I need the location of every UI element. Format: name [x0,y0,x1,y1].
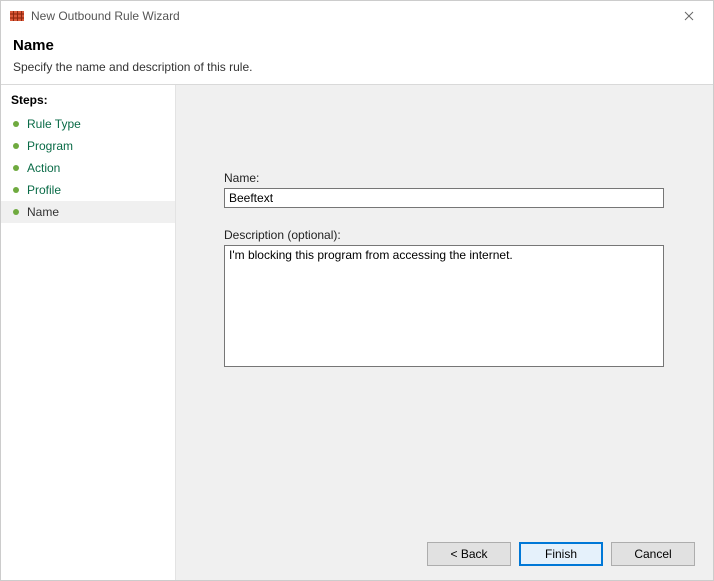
cancel-button[interactable]: Cancel [611,542,695,566]
finish-button[interactable]: Finish [519,542,603,566]
step-action[interactable]: Action [1,157,175,179]
step-link-label[interactable]: Program [27,139,73,153]
name-input[interactable] [224,188,664,208]
bullet-icon [11,185,21,195]
description-label: Description (optional): [224,228,665,242]
step-profile[interactable]: Profile [1,179,175,201]
button-row: < Back Finish Cancel [427,542,695,566]
step-link-label[interactable]: Profile [27,183,61,197]
steps-sidebar: Steps: Rule Type Program Action [1,85,176,580]
step-current-label: Name [27,205,59,219]
wizard-header: Name Specify the name and description of… [1,31,713,84]
bullet-icon [11,163,21,173]
close-button[interactable] [673,4,705,28]
step-name: Name [1,201,175,223]
page-title: Name [13,37,701,54]
wizard-window: New Outbound Rule Wizard Name Specify th… [0,0,714,581]
steps-heading: Steps: [1,89,175,113]
bullet-icon [11,207,21,217]
titlebar: New Outbound Rule Wizard [1,1,713,31]
close-icon [684,8,694,24]
firewall-icon [9,8,25,24]
bullet-icon [11,119,21,129]
step-link-label[interactable]: Action [27,161,60,175]
step-rule-type[interactable]: Rule Type [1,113,175,135]
page-subtitle: Specify the name and description of this… [13,60,701,74]
step-link-label[interactable]: Rule Type [27,117,81,131]
bullet-icon [11,141,21,151]
wizard-body: Steps: Rule Type Program Action [1,85,713,580]
window-title: New Outbound Rule Wizard [31,9,180,23]
step-program[interactable]: Program [1,135,175,157]
name-label: Name: [224,171,665,185]
content-panel: Name: Description (optional): < Back Fin… [176,85,713,580]
back-button[interactable]: < Back [427,542,511,566]
description-textarea[interactable] [224,245,664,367]
